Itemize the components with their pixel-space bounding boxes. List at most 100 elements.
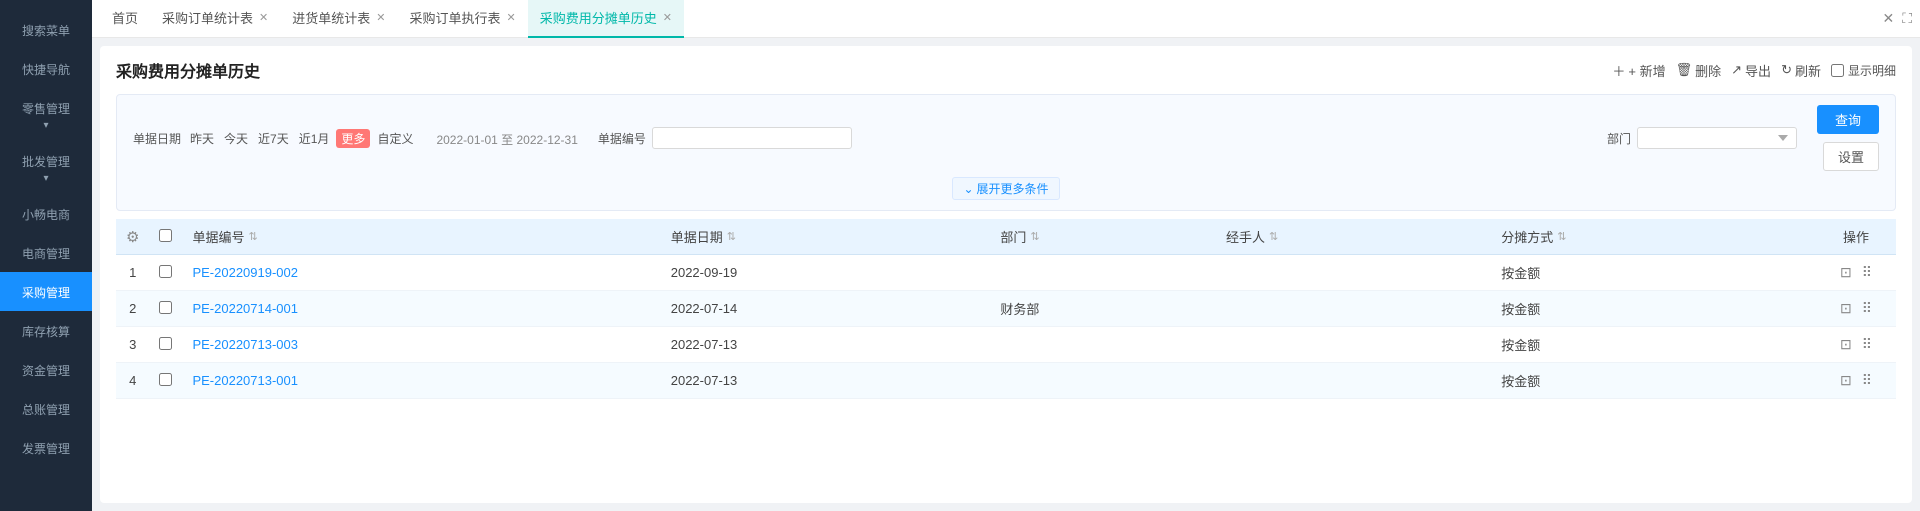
view-icon[interactable]: ⊡ [1838,262,1854,283]
sidebar-item-inventory[interactable]: 库存核算 [0,311,92,350]
sort-date-icon[interactable]: ⇅ [727,230,736,243]
col-checkbox-header [149,219,182,255]
row-checkbox[interactable] [159,301,172,314]
tab-purchase-goods-stat[interactable]: 进货单统计表 ✕ [280,0,397,38]
query-button[interactable]: 查询 [1817,105,1879,134]
row-num: 2 [116,291,149,327]
sidebar-item-retail[interactable]: 零售管理 ▾ [0,88,92,141]
filter-dept-label: 部门 [1607,130,1631,147]
settings-button[interactable]: 设置 [1823,142,1879,171]
row-dept [990,255,1216,291]
select-all-checkbox[interactable] [159,229,172,242]
filter-area: 单据日期 昨天 今天 近7天 近1月 更多 自定义 2022-01-01 至 2… [116,94,1896,211]
more-icon[interactable]: ⠿ [1860,262,1874,283]
tab-purchase-order-stat[interactable]: 采购订单统计表 ✕ [150,0,280,38]
sidebar-item-finance[interactable]: 资金管理 [0,350,92,389]
shortcut-yesterday[interactable]: 昨天 [187,129,217,148]
row-handler [1216,363,1491,399]
row-checkbox[interactable] [159,337,172,350]
row-order-no: PE-20220713-001 [182,363,660,399]
delete-icon: 🗑 [1676,62,1693,78]
sort-dept-icon[interactable]: ⇅ [1030,230,1039,243]
tab-close-purchase-order-stat[interactable]: ✕ [259,11,268,24]
refresh-button[interactable]: ↻ 刷新 [1781,61,1821,80]
view-icon[interactable]: ⊡ [1838,298,1854,319]
table-body: 1 PE-20220919-002 2022-09-19 按金额 ⊡ ⠿ 2 [116,255,1896,399]
sidebar-item-quick-nav[interactable]: 快捷导航 [0,49,92,88]
row-split-method: 按金额 [1491,291,1816,327]
tab-close-purchase-cost-history[interactable]: ✕ [663,11,672,24]
sidebar-item-wholesale[interactable]: 批发管理 ▾ [0,141,92,194]
query-settings-group: 查询 设置 [1817,105,1879,171]
tab-purchase-order-exec[interactable]: 采购订单执行表 ✕ [397,0,527,38]
shortcut-7days[interactable]: 近7天 [255,129,292,148]
table-header-row: ⚙ 单据编号 ⇅ 单据日期 ⇅ [116,219,1896,255]
expand-more-button[interactable]: ⌄ 展开更多条件 [952,177,1059,200]
tab-bar-expand-icon[interactable]: ⛶ [1902,10,1912,27]
tab-close-purchase-order-exec[interactable]: ✕ [507,11,516,24]
row-ops: ⊡ ⠿ [1816,327,1896,363]
table-settings-icon[interactable]: ⚙ [126,229,139,246]
expand-more-area: ⌄ 展开更多条件 [133,177,1879,200]
sidebar-item-ecommerce[interactable]: 电商管理 [0,233,92,272]
col-order-no-header: 单据编号 ⇅ [182,219,660,255]
col-settings-header: ⚙ [116,219,149,255]
tab-purchase-cost-history[interactable]: 采购费用分摊单历史 ✕ [528,0,684,38]
show-detail-checkbox[interactable] [1831,64,1844,77]
row-dept [990,327,1216,363]
refresh-icon: ↻ [1781,62,1792,78]
order-no-link[interactable]: PE-20220713-001 [192,373,298,388]
sidebar-item-mini-shop[interactable]: 小畅电商 [0,194,92,233]
dept-select[interactable]: 财务部 [1637,127,1797,149]
row-checkbox-cell [149,327,182,363]
date-range-text: 2022-01-01 至 2022-12-31 [436,131,577,148]
filter-date-label: 单据日期 [133,130,181,147]
filter-dept: 部门 财务部 [1607,127,1797,149]
sidebar: 搜索菜单 快捷导航 零售管理 ▾ 批发管理 ▾ 小畅电商 电商管理 采购管理 库… [0,0,92,511]
shortcut-1month[interactable]: 近1月 [296,129,333,148]
order-no-link[interactable]: PE-20220713-003 [192,337,298,352]
tab-close-purchase-goods-stat[interactable]: ✕ [376,11,385,24]
sort-handler-icon[interactable]: ⇅ [1269,230,1278,243]
shortcut-today[interactable]: 今天 [221,129,251,148]
order-no-link[interactable]: PE-20220714-001 [192,301,298,316]
more-icon[interactable]: ⠿ [1860,334,1874,355]
row-handler [1216,291,1491,327]
row-dept: 财务部 [990,291,1216,327]
view-icon[interactable]: ⊡ [1838,334,1854,355]
row-dept [990,363,1216,399]
more-icon[interactable]: ⠿ [1860,370,1874,391]
show-detail-checkbox-label[interactable]: 显示明细 [1831,62,1896,79]
row-checkbox[interactable] [159,265,172,278]
tab-bar-close-icon[interactable]: ✕ [1882,10,1894,27]
table-row: 3 PE-20220713-003 2022-07-13 按金额 ⊡ ⠿ [116,327,1896,363]
row-num: 1 [116,255,149,291]
page-title: 采购费用分摊单历史 [116,58,260,82]
order-no-input[interactable] [652,127,852,149]
tab-home[interactable]: 首页 [100,0,150,38]
sidebar-item-general-ledger[interactable]: 总账管理 [0,389,92,428]
export-button[interactable]: ↗ 导出 [1731,61,1771,80]
row-ops: ⊡ ⠿ [1816,291,1896,327]
order-no-link[interactable]: PE-20220919-002 [192,265,298,280]
view-icon[interactable]: ⊡ [1838,370,1854,391]
row-ops: ⊡ ⠿ [1816,363,1896,399]
filter-row: 单据日期 昨天 今天 近7天 近1月 更多 自定义 2022-01-01 至 2… [133,105,1879,171]
sort-split-icon[interactable]: ⇅ [1557,230,1566,243]
sidebar-item-purchase[interactable]: 采购管理 [0,272,92,311]
sidebar-item-invoice[interactable]: 发票管理 [0,428,92,467]
add-button[interactable]: ＋ + 新增 [1612,61,1665,80]
delete-button[interactable]: 🗑 删除 [1676,61,1722,80]
col-handler-header: 经手人 ⇅ [1216,219,1491,255]
row-split-method: 按金额 [1491,363,1816,399]
row-order-no: PE-20220713-003 [182,327,660,363]
row-checkbox[interactable] [159,373,172,386]
shortcut-more[interactable]: 更多 [336,129,370,148]
sort-order-no-icon[interactable]: ⇅ [248,230,257,243]
sidebar-item-search[interactable]: 搜索菜单 [0,10,92,49]
filter-order-no: 单据编号 [598,127,852,149]
shortcut-custom[interactable]: 自定义 [374,129,416,148]
tab-bar-actions: ✕ ⛶ [1882,10,1912,27]
more-icon[interactable]: ⠿ [1860,298,1874,319]
row-date: 2022-09-19 [661,255,991,291]
